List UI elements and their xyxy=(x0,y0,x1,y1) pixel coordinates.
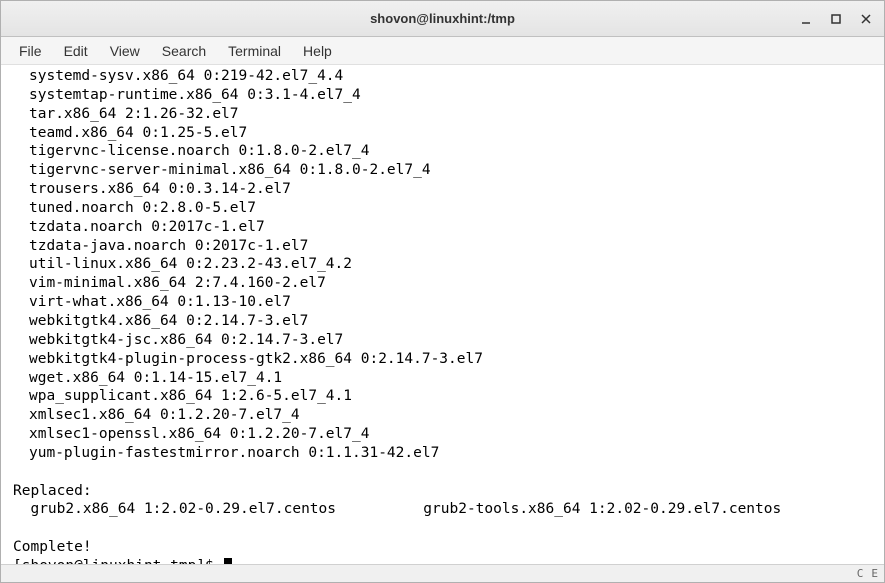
complete-line: Complete! xyxy=(13,539,92,555)
package-line: webkitgtk4-jsc.x86_64 0:2.14.7-3.el7 xyxy=(13,331,880,350)
statusbar: C E xyxy=(1,564,884,582)
terminal-output[interactable]: systemd-sysv.x86_64 0:219-42.el7_4.4syst… xyxy=(1,65,884,564)
replaced-header: Replaced: xyxy=(13,483,92,499)
window-controls xyxy=(792,1,880,36)
menu-view[interactable]: View xyxy=(100,39,150,63)
status-indicator-c: C xyxy=(857,567,864,580)
status-indicator-e: E xyxy=(871,567,878,580)
titlebar: shovon@linuxhint:/tmp xyxy=(1,1,884,37)
package-line: util-linux.x86_64 0:2.23.2-43.el7_4.2 xyxy=(13,255,880,274)
package-line: tzdata.noarch 0:2017c-1.el7 xyxy=(13,218,880,237)
package-line: tigervnc-server-minimal.x86_64 0:1.8.0-2… xyxy=(13,161,880,180)
maximize-button[interactable] xyxy=(822,7,850,31)
package-line: tuned.noarch 0:2.8.0-5.el7 xyxy=(13,199,880,218)
menu-edit[interactable]: Edit xyxy=(54,39,98,63)
package-line: tzdata-java.noarch 0:2017c-1.el7 xyxy=(13,237,880,256)
package-line: systemtap-runtime.x86_64 0:3.1-4.el7_4 xyxy=(13,86,880,105)
package-line: tigervnc-license.noarch 0:1.8.0-2.el7_4 xyxy=(13,142,880,161)
menu-search[interactable]: Search xyxy=(152,39,216,63)
package-line: wpa_supplicant.x86_64 1:2.6-5.el7_4.1 xyxy=(13,387,880,406)
menu-file[interactable]: File xyxy=(9,39,52,63)
package-line: xmlsec1.x86_64 0:1.2.20-7.el7_4 xyxy=(13,406,880,425)
menu-terminal[interactable]: Terminal xyxy=(218,39,291,63)
close-icon xyxy=(860,13,872,25)
package-line: yum-plugin-fastestmirror.noarch 0:1.1.31… xyxy=(13,444,880,463)
replaced-line: grub2.x86_64 1:2.02-0.29.el7.centos grub… xyxy=(13,501,781,517)
package-line: trousers.x86_64 0:0.3.14-2.el7 xyxy=(13,180,880,199)
close-button[interactable] xyxy=(852,7,880,31)
maximize-icon xyxy=(830,13,842,25)
package-line: virt-what.x86_64 0:1.13-10.el7 xyxy=(13,293,880,312)
menu-help[interactable]: Help xyxy=(293,39,342,63)
minimize-icon xyxy=(800,13,812,25)
package-line: tar.x86_64 2:1.26-32.el7 xyxy=(13,105,880,124)
menubar: File Edit View Search Terminal Help xyxy=(1,37,884,65)
package-line: teamd.x86_64 0:1.25-5.el7 xyxy=(13,124,880,143)
window-title: shovon@linuxhint:/tmp xyxy=(370,11,515,26)
terminal-window: shovon@linuxhint:/tmp File Edit View Sea… xyxy=(0,0,885,583)
package-line: wget.x86_64 0:1.14-15.el7_4.1 xyxy=(13,369,880,388)
minimize-button[interactable] xyxy=(792,7,820,31)
package-line: webkitgtk4.x86_64 0:2.14.7-3.el7 xyxy=(13,312,880,331)
package-line: systemd-sysv.x86_64 0:219-42.el7_4.4 xyxy=(13,67,880,86)
shell-prompt: [shovon@linuxhint tmp]$ xyxy=(13,558,223,564)
package-line: vim-minimal.x86_64 2:7.4.160-2.el7 xyxy=(13,274,880,293)
cursor-icon xyxy=(224,558,232,564)
package-line: xmlsec1-openssl.x86_64 0:1.2.20-7.el7_4 xyxy=(13,425,880,444)
package-line: webkitgtk4-plugin-process-gtk2.x86_64 0:… xyxy=(13,350,880,369)
